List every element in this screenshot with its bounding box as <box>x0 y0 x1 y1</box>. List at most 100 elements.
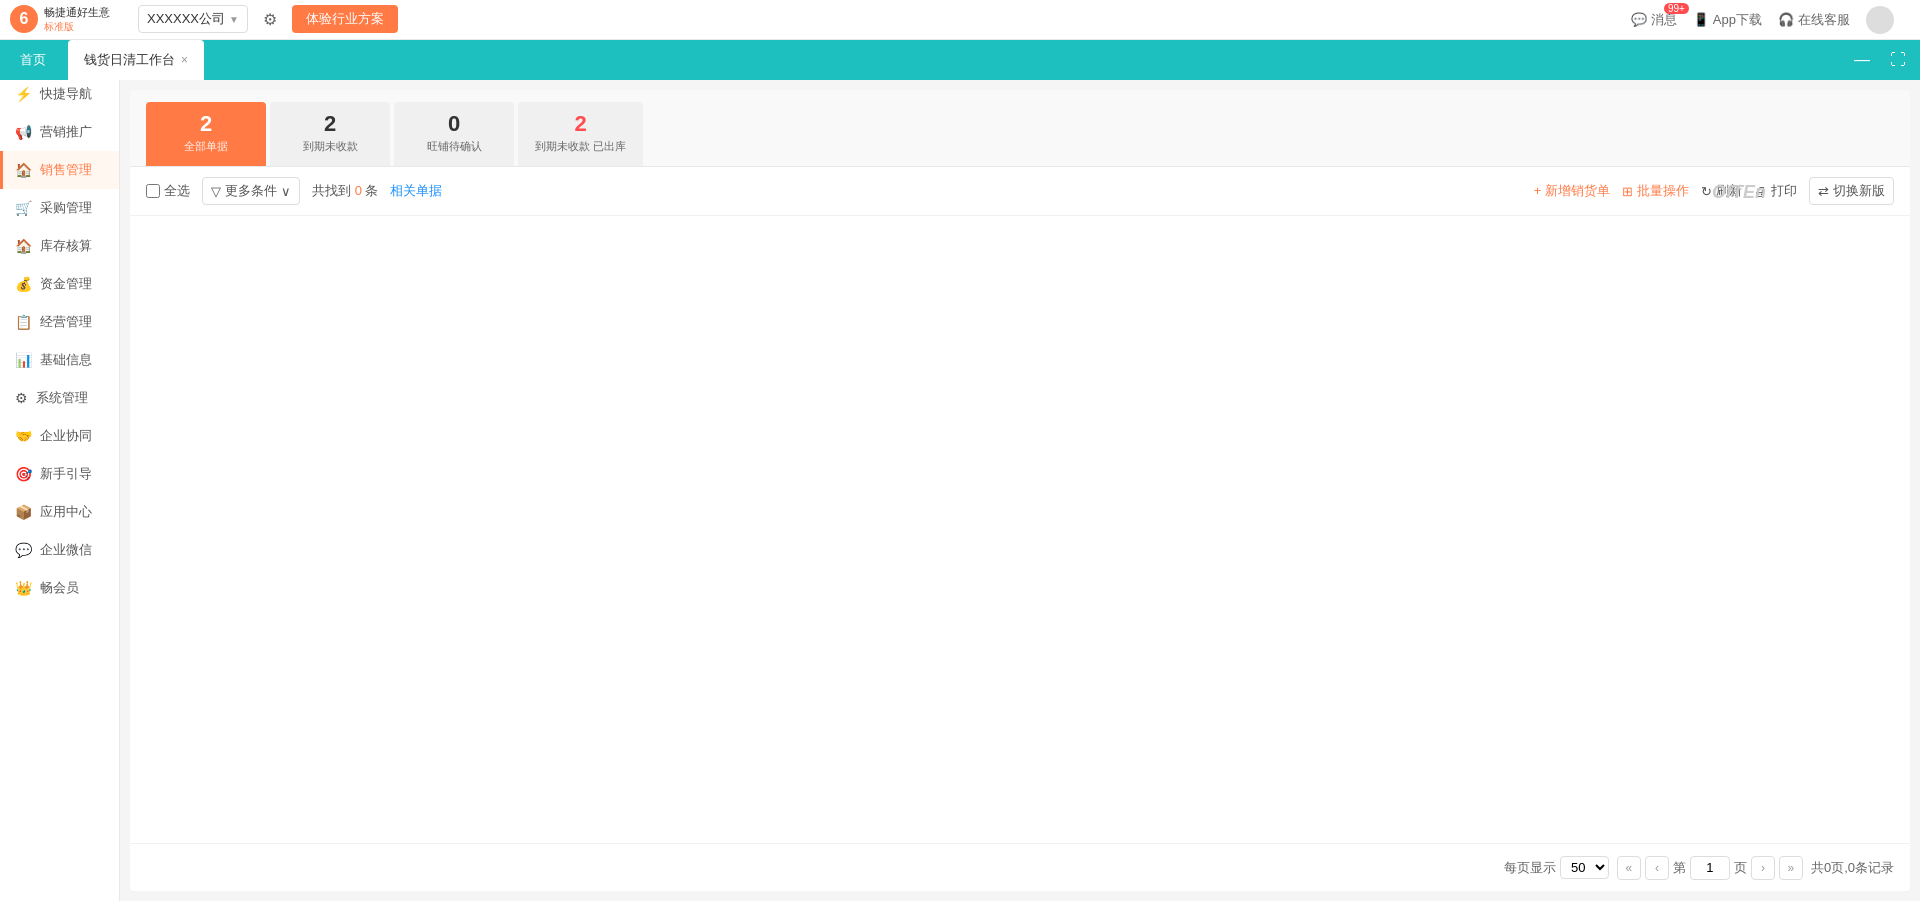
logo-char: 6 <box>20 10 29 28</box>
stat-tab-all[interactable]: 2 全部单据 <box>146 102 266 166</box>
toolbar-left: 全选 ▽ 更多条件 ∨ 共找到 0 条 相关单据 <box>146 177 1522 205</box>
sidebar-item-inventory[interactable]: 🏠 库存核算 <box>0 227 119 265</box>
sidebar-item-purchase[interactable]: 🛒 采购管理 <box>0 189 119 227</box>
sidebar: ☰ 搜索菜单 ⚡ 快捷导航 📢 营销推广 🏠 销售管理 🛒 采购管理 🏠 库存核… <box>0 40 120 901</box>
filter-icon: ▽ <box>211 184 221 199</box>
chevron-down-icon: ▼ <box>229 14 239 25</box>
stat-num-overdue-out: 2 <box>535 111 626 137</box>
avatar[interactable] <box>1866 6 1894 34</box>
sidebar-item-quick-nav[interactable]: ⚡ 快捷导航 <box>0 75 119 113</box>
sidebar-item-wecom[interactable]: 💬 企业微信 <box>0 531 119 569</box>
tab-workbench[interactable]: 钱货日清工作台 × <box>68 40 204 80</box>
stats-tabs: 2 全部单据 2 到期未收款 0 旺铺待确认 2 到期未收款 已出库 <box>130 90 1910 167</box>
sidebar-item-basic-info[interactable]: 📊 基础信息 <box>0 341 119 379</box>
stat-label-overdue: 到期未收款 <box>287 139 373 154</box>
sidebar-label-system: 系统管理 <box>36 389 88 407</box>
prev-page-button[interactable]: ‹ <box>1645 856 1669 880</box>
online-service-button[interactable]: 🎧 在线客服 <box>1778 11 1850 29</box>
first-page-button[interactable]: « <box>1617 856 1641 880</box>
online-service-label: 在线客服 <box>1798 11 1850 29</box>
sidebar-label-marketing: 营销推广 <box>40 123 92 141</box>
refresh-label: 刷新 <box>1716 182 1742 200</box>
sidebar-label-purchase: 采购管理 <box>40 199 92 217</box>
finance-icon: 💰 <box>15 276 32 292</box>
sidebar-item-guide[interactable]: 🎯 新手引导 <box>0 455 119 493</box>
table-area <box>130 216 1910 843</box>
page-number-input[interactable] <box>1690 856 1730 880</box>
filter-label: 更多条件 <box>225 182 277 200</box>
page-nav: « ‹ 第 页 › » <box>1617 856 1803 880</box>
stat-num-all: 2 <box>163 111 249 137</box>
switch-label: 切换新版 <box>1833 182 1885 200</box>
select-all-checkbox[interactable]: 全选 <box>146 182 190 200</box>
download-icon: 📱 <box>1693 12 1709 27</box>
tab-bar-right: — ⛶ <box>1848 46 1920 74</box>
filter-chevron-icon: ∨ <box>281 184 291 199</box>
print-button[interactable]: 🖨 打印 <box>1754 182 1797 200</box>
per-page-label: 每页显示 <box>1504 859 1556 877</box>
wecom-icon: 💬 <box>15 542 32 558</box>
tab-close-icon[interactable]: × <box>181 53 188 67</box>
sidebar-label-sales: 销售管理 <box>40 161 92 179</box>
sidebar-item-enterprise[interactable]: 🤝 企业协同 <box>0 417 119 455</box>
stat-num-overdue: 2 <box>287 111 373 137</box>
found-prefix: 共找到 <box>312 183 351 198</box>
sidebar-item-finance[interactable]: 💰 资金管理 <box>0 265 119 303</box>
print-icon: 🖨 <box>1754 184 1767 199</box>
tab-minimize-button[interactable]: — <box>1848 46 1876 74</box>
guide-icon: 🎯 <box>15 466 32 482</box>
sidebar-label-guide: 新手引导 <box>40 465 92 483</box>
top-header: 6 畅捷通好生意 标准版 XXXXXX公司 ▼ ⚙ 体验行业方案 💬 消息 99… <box>0 0 1920 40</box>
filter-button[interactable]: ▽ 更多条件 ∨ <box>202 177 300 205</box>
message-button[interactable]: 💬 消息 99+ <box>1631 11 1677 29</box>
pagination: 每页显示 50 « ‹ 第 页 › » 共0页,0条记录 <box>130 843 1910 891</box>
sidebar-label-member: 畅会员 <box>40 579 79 597</box>
switch-version-button[interactable]: ⇄ 切换新版 <box>1809 177 1894 205</box>
sidebar-item-app-center[interactable]: 📦 应用中心 <box>0 493 119 531</box>
per-page-select[interactable]: 50 <box>1560 856 1609 879</box>
stat-tab-overdue-out[interactable]: 2 到期未收款 已出库 <box>518 102 643 166</box>
checkbox-input[interactable] <box>146 184 160 198</box>
stat-tab-overdue[interactable]: 2 到期未收款 <box>270 102 390 166</box>
page-size-selector: 每页显示 50 <box>1504 856 1609 879</box>
operation-icon: 📋 <box>15 314 32 330</box>
refresh-button[interactable]: ↻ 刷新 <box>1701 182 1742 200</box>
logo-text-area: 畅捷通好生意 标准版 <box>44 5 110 33</box>
app-name: 畅捷通好生意 <box>44 5 110 19</box>
stat-tab-pending[interactable]: 0 旺铺待确认 <box>394 102 514 166</box>
main-content: 2 全部单据 2 到期未收款 0 旺铺待确认 2 到期未收款 已出库 全选 <box>120 80 1920 901</box>
sidebar-item-marketing[interactable]: 📢 营销推广 <box>0 113 119 151</box>
settings-button[interactable]: ⚙ <box>256 5 284 33</box>
stat-label-pending: 旺铺待确认 <box>411 139 497 154</box>
switch-icon: ⇄ <box>1818 184 1829 199</box>
company-selector[interactable]: XXXXXX公司 ▼ <box>138 5 248 33</box>
batch-operation-button[interactable]: ⊞ 批量操作 <box>1622 182 1689 200</box>
sidebar-item-member[interactable]: 👑 畅会员 <box>0 569 119 607</box>
sidebar-item-system[interactable]: ⚙ 系统管理 <box>0 379 119 417</box>
last-page-button[interactable]: » <box>1779 856 1803 880</box>
related-link[interactable]: 相关单据 <box>390 182 442 200</box>
basic-info-icon: 📊 <box>15 352 32 368</box>
sidebar-item-sales[interactable]: 🏠 销售管理 <box>0 151 119 189</box>
header-right: 💬 消息 99+ 📱 App下载 🎧 在线客服 <box>1631 6 1910 34</box>
service-icon: 🎧 <box>1778 12 1794 27</box>
quick-nav-icon: ⚡ <box>15 86 32 102</box>
message-icon: 💬 <box>1631 12 1647 27</box>
sidebar-item-operation[interactable]: 📋 经营管理 <box>0 303 119 341</box>
sidebar-label-quick-nav: 快捷导航 <box>40 85 92 103</box>
found-text: 共找到 0 条 <box>312 182 378 200</box>
add-sale-button[interactable]: + 新增销货单 <box>1534 182 1610 200</box>
stat-num-pending: 0 <box>411 111 497 137</box>
message-badge: 99+ <box>1664 3 1689 14</box>
tab-home[interactable]: 首页 <box>0 40 66 80</box>
batch-icon: ⊞ <box>1622 184 1633 199</box>
tab-expand-button[interactable]: ⛶ <box>1884 46 1912 74</box>
next-page-button[interactable]: › <box>1751 856 1775 880</box>
experience-btn[interactable]: 体验行业方案 <box>292 5 398 33</box>
tab-label: 钱货日清工作台 <box>84 51 175 69</box>
app-download-button[interactable]: 📱 App下载 <box>1693 11 1762 29</box>
logo-icon: 6 <box>10 5 38 33</box>
toolbar-right: + 新增销货单 ⊞ 批量操作 ↻ 刷新 🖨 打印 ⇄ 切换新版 <box>1534 177 1894 205</box>
found-count: 0 <box>355 183 362 198</box>
sidebar-label-wecom: 企业微信 <box>40 541 92 559</box>
